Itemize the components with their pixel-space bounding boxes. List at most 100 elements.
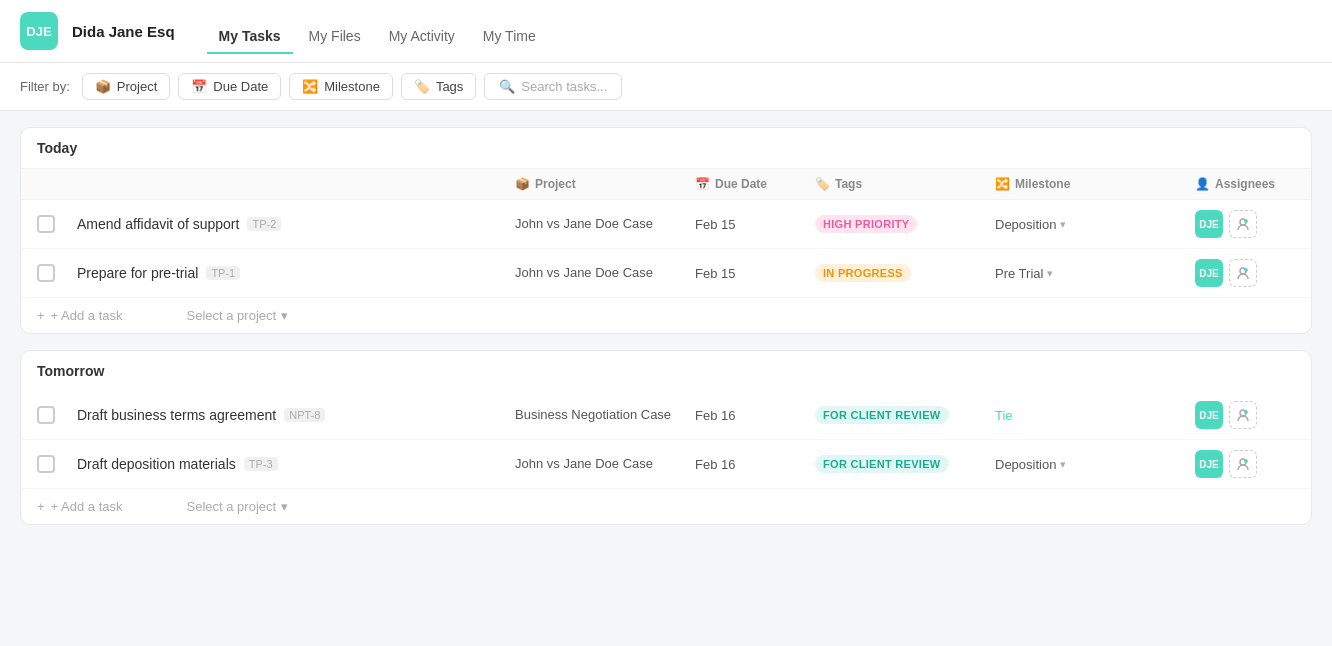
chevron-down-icon: ▾: [281, 499, 288, 514]
table-header: 📦 Project 📅 Due Date 🏷️ Tags 🔀 Milestone…: [21, 168, 1311, 200]
tab-my-files[interactable]: My Files: [297, 20, 373, 54]
svg-point-3: [1240, 459, 1246, 465]
task-id: NPT-8: [284, 408, 325, 422]
task-assignees: DJE: [1195, 450, 1295, 478]
task-due-date: Feb 15: [695, 217, 815, 232]
tab-my-tasks[interactable]: My Tasks: [207, 20, 293, 54]
filter-project[interactable]: 📦 Project: [82, 73, 170, 100]
due-date-icon: 📅: [191, 79, 207, 94]
tab-my-activity[interactable]: My Activity: [377, 20, 467, 54]
task-project: John vs Jane Doe Case: [515, 264, 695, 282]
col-milestone: 🔀 Milestone: [995, 177, 1195, 191]
task-name: Prepare for pre-trial TP-1: [77, 265, 515, 281]
table-row: Draft business terms agreement NPT-8 Bus…: [21, 391, 1311, 440]
today-title: Today: [37, 140, 77, 156]
header: DJE Dida Jane Esq My Tasks My Files My A…: [0, 0, 1332, 63]
col-tags: 🏷️ Tags: [815, 177, 995, 191]
task-tag: HIGH PRIORITY: [815, 215, 995, 233]
col-assignees-icon: 👤: [1195, 177, 1210, 191]
task-project: John vs Jane Doe Case: [515, 215, 695, 233]
tomorrow-title: Tomorrow: [37, 363, 104, 379]
svg-point-2: [1240, 410, 1246, 416]
task-assignees: DJE: [1195, 210, 1295, 238]
task-milestone[interactable]: Pre Trial ▾: [995, 266, 1195, 281]
col-due-date: 📅 Due Date: [695, 177, 815, 191]
svg-point-1: [1240, 268, 1246, 274]
tag-badge: FOR CLIENT REVIEW: [815, 406, 949, 424]
filter-due-date-label: Due Date: [213, 79, 268, 94]
task-checkbox[interactable]: [37, 406, 55, 424]
task-name: Draft business terms agreement NPT-8: [77, 407, 515, 423]
task-checkbox[interactable]: [37, 455, 55, 473]
task-assignees: DJE: [1195, 259, 1295, 287]
task-checkbox[interactable]: [37, 215, 55, 233]
filter-bar: Filter by: 📦 Project 📅 Due Date 🔀 Milest…: [0, 63, 1332, 111]
select-project-button[interactable]: Select a project ▾: [187, 499, 289, 514]
avatar: DJE: [1195, 210, 1223, 238]
task-checkbox[interactable]: [37, 264, 55, 282]
task-id: TP-2: [247, 217, 281, 231]
chevron-down-icon: ▾: [281, 308, 288, 323]
add-assignee-button[interactable]: [1229, 210, 1257, 238]
search-button[interactable]: 🔍 Search tasks...: [484, 73, 622, 100]
task-due-date: Feb 16: [695, 408, 815, 423]
col-project-icon: 📦: [515, 177, 530, 191]
chevron-down-icon: ▾: [1060, 458, 1066, 471]
task-tag: IN PROGRESS: [815, 264, 995, 282]
task-tag: FOR CLIENT REVIEW: [815, 406, 995, 424]
task-milestone[interactable]: Deposition ▾: [995, 217, 1195, 232]
chevron-down-icon: ▾: [1060, 218, 1066, 231]
task-name: Draft deposition materials TP-3: [77, 456, 515, 472]
task-assignees: DJE: [1195, 401, 1295, 429]
tomorrow-section: Tomorrow Draft business terms agreement …: [20, 350, 1312, 525]
svg-point-0: [1240, 219, 1246, 225]
col-project: 📦 Project: [515, 177, 695, 191]
tag-badge: HIGH PRIORITY: [815, 215, 917, 233]
select-project-button[interactable]: Select a project ▾: [187, 308, 289, 323]
task-milestone[interactable]: Deposition ▾: [995, 457, 1195, 472]
col-due-date-icon: 📅: [695, 177, 710, 191]
col-assignees: 👤 Assignees: [1195, 177, 1295, 191]
col-tags-icon: 🏷️: [815, 177, 830, 191]
add-task-button[interactable]: + + Add a task: [37, 308, 123, 323]
filter-label: Filter by:: [20, 79, 70, 94]
chevron-down-icon: ▾: [1047, 267, 1053, 280]
task-project: John vs Jane Doe Case: [515, 455, 695, 473]
user-name: Dida Jane Esq: [72, 23, 175, 40]
task-milestone[interactable]: Tie: [995, 408, 1195, 423]
tomorrow-section-header: Tomorrow: [21, 351, 1311, 391]
filter-tags[interactable]: 🏷️ Tags: [401, 73, 476, 100]
avatar: DJE: [1195, 450, 1223, 478]
task-due-date: Feb 15: [695, 266, 815, 281]
filter-milestone-label: Milestone: [324, 79, 380, 94]
tag-badge: FOR CLIENT REVIEW: [815, 455, 949, 473]
nav-tabs: My Tasks My Files My Activity My Time: [207, 20, 548, 54]
add-task-row: + + Add a task Select a project ▾: [21, 489, 1311, 524]
tab-my-time[interactable]: My Time: [471, 20, 548, 54]
add-assignee-button[interactable]: [1229, 259, 1257, 287]
avatar: DJE: [1195, 259, 1223, 287]
task-id: TP-1: [206, 266, 240, 280]
plus-icon: +: [37, 499, 45, 514]
add-task-button[interactable]: + + Add a task: [37, 499, 123, 514]
add-assignee-button[interactable]: [1229, 401, 1257, 429]
filter-due-date[interactable]: 📅 Due Date: [178, 73, 281, 100]
task-name: Amend affidavit of support TP-2: [77, 216, 515, 232]
milestone-icon: 🔀: [302, 79, 318, 94]
tag-badge: IN PROGRESS: [815, 264, 911, 282]
add-assignee-button[interactable]: [1229, 450, 1257, 478]
project-icon: 📦: [95, 79, 111, 94]
filter-project-label: Project: [117, 79, 157, 94]
plus-icon: +: [37, 308, 45, 323]
filter-milestone[interactable]: 🔀 Milestone: [289, 73, 393, 100]
add-task-row: + + Add a task Select a project ▾: [21, 298, 1311, 333]
search-icon: 🔍: [499, 79, 515, 94]
col-milestone-icon: 🔀: [995, 177, 1010, 191]
main-content: Today 📦 Project 📅 Due Date 🏷️ Tags 🔀 Mil…: [0, 111, 1332, 541]
task-project: Business Negotiation Case: [515, 406, 695, 424]
today-section-header: Today: [21, 128, 1311, 168]
table-row: Amend affidavit of support TP-2 John vs …: [21, 200, 1311, 249]
task-tag: FOR CLIENT REVIEW: [815, 455, 995, 473]
task-id: TP-3: [244, 457, 278, 471]
search-placeholder: Search tasks...: [521, 79, 607, 94]
